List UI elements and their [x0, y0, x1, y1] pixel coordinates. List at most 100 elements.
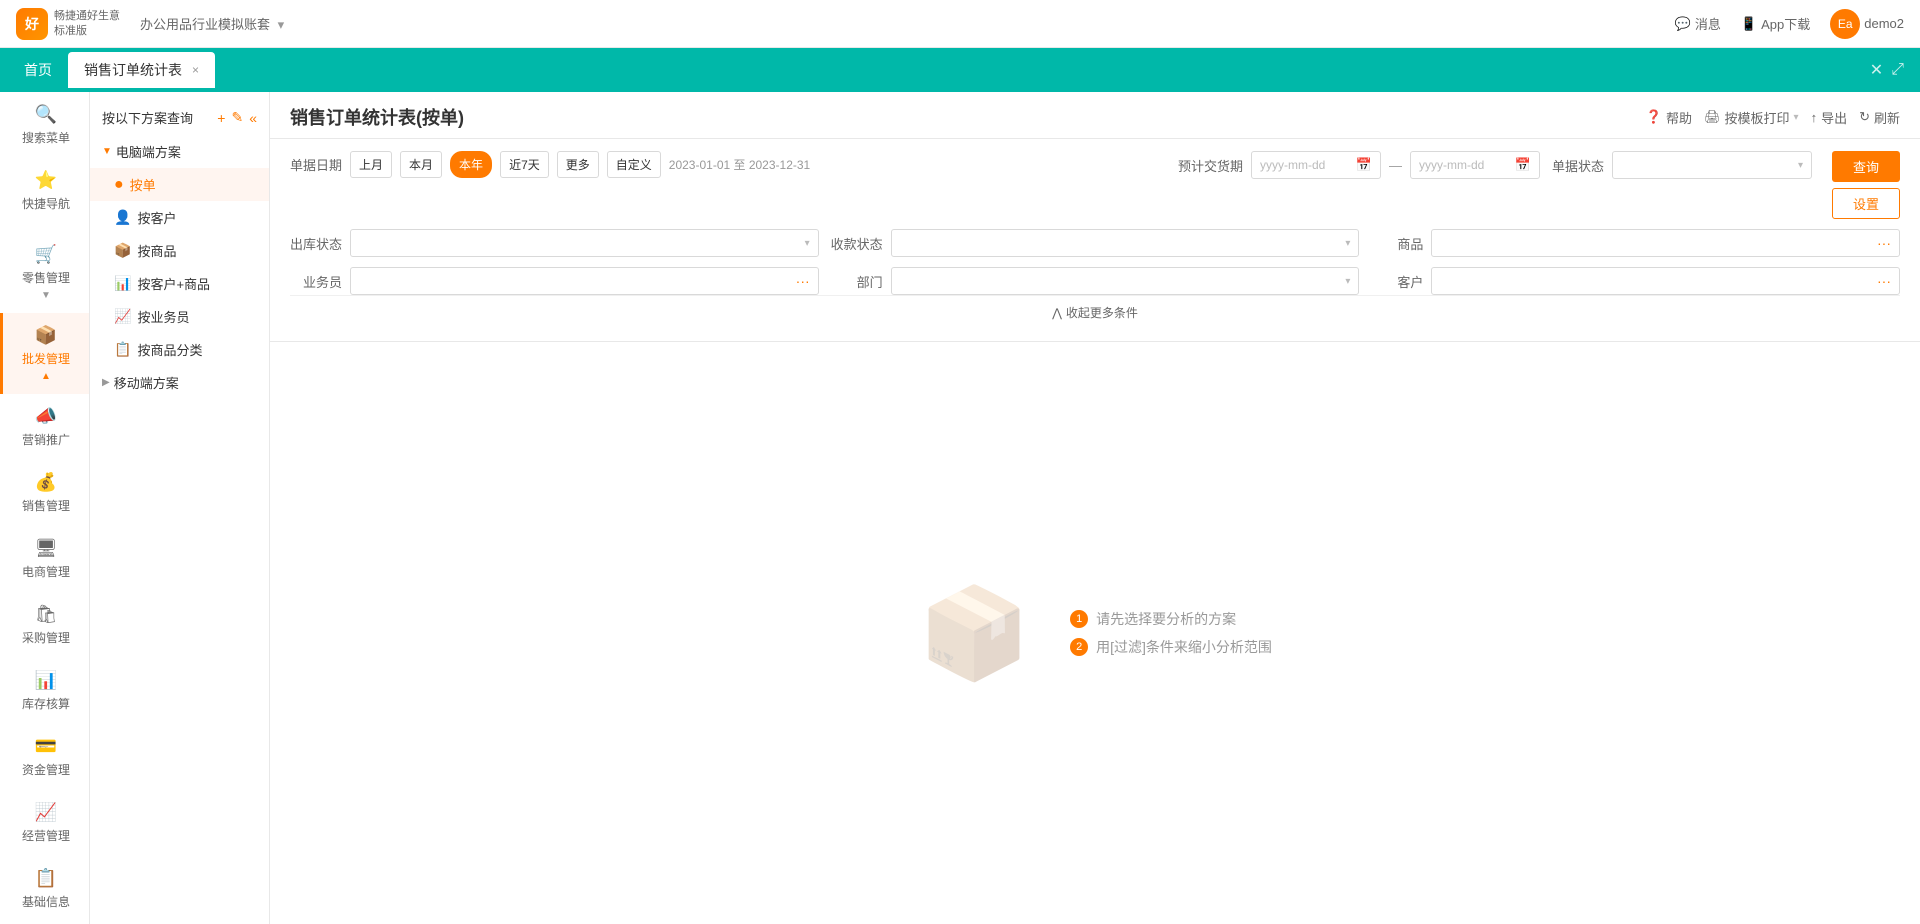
message-icon: 💬: [1675, 16, 1691, 32]
page-header-actions: ❓ 帮助 🖨 按模板打印 ▾ ↑ 导出 ↻ 刷新: [1646, 108, 1900, 127]
payment-label: 收款状态: [831, 234, 883, 253]
sidebar-item-quicknav[interactable]: ⭐ 快捷导航: [0, 158, 89, 224]
scheme-item-salesperson[interactable]: 📈 按业务员: [90, 300, 269, 333]
last-month-btn[interactable]: 上月: [350, 151, 392, 178]
empty-hint-2: 2 用[过滤]条件来缩小分析范围: [1070, 637, 1272, 657]
export-btn[interactable]: ↑ 导出: [1811, 108, 1848, 127]
scheme-panel-header: 按以下方案查询 + ✎ «: [90, 100, 269, 135]
message-btn[interactable]: 💬 消息: [1675, 14, 1721, 33]
customer-dots-icon[interactable]: ···: [1877, 273, 1891, 289]
print-icon: 🖨: [1704, 109, 1721, 125]
topbar-title[interactable]: 办公用品行业模拟账套 ▾: [140, 14, 284, 33]
app-download-btn[interactable]: 📱 App下载: [1741, 14, 1810, 33]
mobile-arrow-icon: ▶: [102, 377, 110, 388]
scheme-item-customer[interactable]: 👤 按客户: [90, 201, 269, 234]
this-year-btn[interactable]: 本年: [450, 151, 492, 178]
scheme-item-order[interactable]: ● 按单: [90, 168, 269, 201]
empty-illustration: 📦: [918, 581, 1030, 686]
salesperson-dots-icon[interactable]: ···: [796, 273, 810, 289]
collapse-scheme-icon[interactable]: «: [249, 110, 257, 126]
expected-date-label: 预计交货期: [1178, 156, 1243, 175]
salesperson-input[interactable]: ···: [350, 267, 819, 295]
main-panel: 销售订单统计表(按单) ❓ 帮助 🖨 按模板打印 ▾ ↑ 导出: [270, 92, 1920, 924]
setting-button[interactable]: 设置: [1832, 188, 1900, 219]
sidebar-item-purchase[interactable]: 🛍 采购管理: [0, 592, 89, 658]
scheme-panel: 按以下方案查询 + ✎ « ▼ 电脑端方案 ● 按单 👤 按客户 📦: [90, 92, 270, 924]
edit-scheme-icon[interactable]: ✎: [231, 109, 243, 126]
last7-btn[interactable]: 近7天: [500, 151, 549, 178]
sidebar-item-operations[interactable]: 📈 经营管理: [0, 790, 89, 856]
basic-icon: 📋: [35, 868, 57, 889]
date-separator: —: [1389, 158, 1402, 173]
expected-date-start[interactable]: yyyy-mm-dd 📅: [1251, 151, 1381, 179]
empty-area: 📦 1 请先选择要分析的方案 2 用[过滤]条件来缩小分析范围: [270, 342, 1920, 924]
user-menu[interactable]: Ea demo2: [1830, 9, 1904, 39]
retail-icon: 🛒: [35, 244, 57, 265]
sidebar-item-wholesale[interactable]: 📦 批发管理 ▲: [0, 313, 89, 394]
this-month-btn[interactable]: 本月: [400, 151, 442, 178]
logo-icon: 好: [16, 8, 48, 40]
page-header: 销售订单统计表(按单) ❓ 帮助 🖨 按模板打印 ▾ ↑ 导出: [270, 92, 1920, 139]
tab-sales-order[interactable]: 销售订单统计表 ×: [68, 52, 215, 88]
custom-btn[interactable]: 自定义: [607, 151, 661, 178]
more-btn[interactable]: 更多: [557, 151, 599, 178]
maximize-icon[interactable]: ⤢: [1891, 61, 1904, 79]
scheme-category-mobile[interactable]: ▶ 移动端方案: [90, 366, 269, 399]
empty-hint-1: 1 请先选择要分析的方案: [1070, 609, 1272, 629]
status-select[interactable]: ▾: [1612, 151, 1812, 179]
hint-num-2: 2: [1070, 638, 1088, 656]
sidebar-item-sales[interactable]: 💰 销售管理: [0, 460, 89, 526]
sidebar-item-marketing[interactable]: 📣 营销推广: [0, 394, 89, 460]
collapse-bar[interactable]: ⋀ 收起更多条件: [290, 295, 1900, 329]
scheme-customer-icon: 👤: [114, 209, 131, 226]
export-icon: ↑: [1811, 110, 1818, 125]
refresh-btn[interactable]: ↻ 刷新: [1859, 108, 1900, 127]
sidebar-item-inventory[interactable]: 📊 库存核算: [0, 658, 89, 724]
category-arrow-icon: ▼: [102, 146, 112, 157]
marketing-icon: 📣: [35, 406, 57, 427]
nav-tabs: 首页 销售订单统计表 × ✕ ⤢: [0, 48, 1920, 92]
payment-select[interactable]: ▾: [891, 229, 1360, 257]
scheme-item-goods-category[interactable]: 📋 按商品分类: [90, 333, 269, 366]
goods-dots-icon[interactable]: ···: [1877, 235, 1891, 251]
department-select[interactable]: ▾: [891, 267, 1360, 295]
sidebar-item-finance[interactable]: 💳 资金管理: [0, 724, 89, 790]
shipment-label: 出库状态: [290, 234, 342, 253]
goods-label: 商品: [1371, 234, 1423, 253]
close-window-icon[interactable]: ✕: [1870, 60, 1883, 80]
sidebar: 🔍 搜索菜单 ⭐ 快捷导航 🛒 零售管理 ▼ 📦 批发管理 ▲ 📣 营销推广 💰…: [0, 92, 90, 924]
scheme-goods-icon: 📦: [114, 242, 131, 259]
add-scheme-icon[interactable]: +: [217, 110, 225, 126]
customer-label: 客户: [1371, 272, 1423, 291]
customer-input[interactable]: ···: [1431, 267, 1900, 295]
scheme-item-customer-goods[interactable]: 📊 按客户+商品: [90, 267, 269, 300]
main-content: 🔍 搜索菜单 ⭐ 快捷导航 🛒 零售管理 ▼ 📦 批发管理 ▲ 📣 营销推广 💰…: [0, 92, 1920, 924]
wholesale-icon: 📦: [35, 325, 57, 346]
help-btn[interactable]: ❓ 帮助: [1646, 108, 1692, 127]
scheme-gc-icon: 📋: [114, 341, 131, 358]
shipment-chevron-icon: ▾: [805, 238, 810, 249]
sidebar-item-search[interactable]: 🔍 搜索菜单: [0, 92, 89, 158]
logo-area: 好 畅捷通好生意 标准版: [16, 8, 120, 40]
topbar-right: 💬 消息 📱 App下载 Ea demo2: [1675, 9, 1904, 39]
date-range-text: 2023-01-01 至 2023-12-31: [669, 156, 810, 173]
scheme-category-desktop[interactable]: ▼ 电脑端方案: [90, 135, 269, 168]
sidebar-item-ecommerce[interactable]: 🖥 电商管理: [0, 526, 89, 592]
sidebar-item-basic[interactable]: 📋 基础信息: [0, 856, 89, 922]
inventory-icon: 📊: [35, 670, 57, 691]
payment-chevron-icon: ▾: [1345, 238, 1350, 249]
search-icon: 🔍: [35, 104, 57, 125]
scheme-panel-title: 按以下方案查询: [102, 108, 193, 127]
goods-input[interactable]: ···: [1431, 229, 1900, 257]
query-button[interactable]: 查询: [1832, 151, 1900, 182]
print-btn[interactable]: 🖨 按模板打印 ▾: [1704, 108, 1799, 127]
scheme-item-goods[interactable]: 📦 按商品: [90, 234, 269, 267]
tab-close-icon[interactable]: ×: [192, 63, 199, 77]
print-dropdown-icon: ▾: [1794, 112, 1799, 123]
sidebar-item-retail[interactable]: 🛒 零售管理 ▼: [0, 232, 89, 313]
tab-home[interactable]: 首页: [8, 52, 68, 88]
department-label: 部门: [831, 272, 883, 291]
expected-date-end[interactable]: yyyy-mm-dd 📅: [1410, 151, 1540, 179]
shipment-select[interactable]: ▾: [350, 229, 819, 257]
action-buttons: 查询 设置: [1832, 151, 1900, 219]
